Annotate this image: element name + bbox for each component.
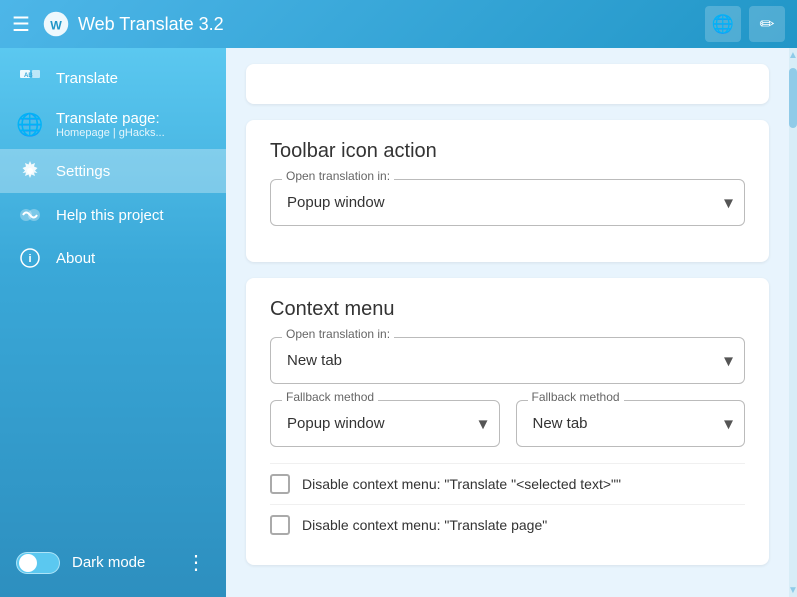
dark-mode-toggle[interactable]: [16, 552, 60, 574]
fallback-right-field: Fallback method New tab Popup window Cur…: [516, 400, 746, 447]
content-area[interactable]: Toolbar icon action Open translation in:…: [226, 48, 789, 597]
about-icon: i: [16, 247, 44, 269]
checkbox-2-label: Disable context menu: "Translate page": [302, 517, 547, 533]
checkbox-row-1: Disable context menu: "Translate "<selec…: [270, 463, 745, 504]
fallback-left-wrapper: Popup window New tab Current tab ▾: [270, 400, 500, 447]
sidebar-item-settings[interactable]: Settings: [0, 149, 226, 193]
globe-button[interactable]: 🌐: [705, 6, 741, 42]
translate-page-label: Translate page: Homepage | gHacks...: [56, 110, 165, 139]
scrollbar-track: ▲ ▼: [789, 48, 797, 597]
toolbar-open-translation-label: Open translation in:: [282, 169, 394, 183]
scrollbar-thumb[interactable]: [789, 68, 797, 128]
more-options-button[interactable]: ⋮: [182, 546, 210, 579]
translate-label: Translate: [56, 70, 118, 87]
toolbar-section-title: Toolbar icon action: [270, 140, 745, 163]
fallback-right-wrapper: New tab Popup window Current tab ▾: [516, 400, 746, 447]
context-open-translation-select[interactable]: New tab Popup window Current tab: [270, 337, 745, 384]
sidebar-item-translate[interactable]: AB Translate: [0, 56, 226, 100]
svg-text:i: i: [28, 253, 31, 265]
toolbar-section-card: Toolbar icon action Open translation in:…: [246, 120, 769, 262]
menu-icon[interactable]: ☰: [12, 12, 30, 37]
sidebar: AB Translate 🌐 Translate page: Homepage …: [0, 48, 226, 597]
edit-button[interactable]: ✏: [749, 6, 785, 42]
settings-label: Settings: [56, 163, 110, 180]
sidebar-item-about[interactable]: i About: [0, 237, 226, 279]
sidebar-bottom: Dark mode ⋮: [0, 536, 226, 589]
toolbar-open-translation-select[interactable]: Popup window New tab Current tab: [270, 179, 745, 226]
checkbox-1-label: Disable context menu: "Translate "<selec…: [302, 476, 621, 492]
help-icon: [16, 203, 44, 227]
app-title: Web Translate 3.2: [78, 14, 705, 35]
header: ☰ W Web Translate 3.2 🌐 ✏: [0, 0, 797, 48]
fallback-right-select[interactable]: New tab Popup window Current tab: [516, 400, 746, 447]
fallback-left-label: Fallback method: [282, 390, 378, 404]
svg-text:AB: AB: [24, 73, 33, 79]
svg-text:W: W: [50, 18, 62, 32]
checkbox-row-2: Disable context menu: "Translate page": [270, 504, 745, 545]
toolbar-select-wrapper: Popup window New tab Current tab ▾: [270, 179, 745, 226]
settings-icon: [16, 159, 44, 183]
fallback-left-field: Fallback method Popup window New tab Cur…: [270, 400, 500, 447]
fallback-right-label: Fallback method: [528, 390, 624, 404]
translate-icon: AB: [16, 66, 44, 90]
context-select-wrapper: New tab Popup window Current tab ▾: [270, 337, 745, 384]
context-menu-section-title: Context menu: [270, 298, 745, 321]
translate-page-icon: 🌐: [16, 112, 44, 138]
toolbar-open-translation-field: Open translation in: Popup window New ta…: [270, 179, 745, 226]
context-open-translation-field: Open translation in: New tab Popup windo…: [270, 337, 745, 384]
sidebar-item-translate-page[interactable]: 🌐 Translate page: Homepage | gHacks...: [0, 100, 226, 149]
sidebar-item-help[interactable]: Help this project: [0, 193, 226, 237]
scrollbar-arrow-up[interactable]: ▲: [789, 48, 797, 62]
checkbox-1[interactable]: [270, 474, 290, 494]
about-label: About: [56, 250, 95, 267]
header-actions: 🌐 ✏: [705, 6, 785, 42]
top-partial-card: [246, 64, 769, 104]
checkbox-2[interactable]: [270, 515, 290, 535]
toggle-thumb: [19, 554, 37, 572]
context-open-translation-label: Open translation in:: [282, 327, 394, 341]
main-layout: AB Translate 🌐 Translate page: Homepage …: [0, 48, 797, 597]
scrollbar-arrow-down[interactable]: ▼: [789, 583, 797, 597]
dark-mode-label: Dark mode: [72, 554, 170, 571]
help-label: Help this project: [56, 207, 164, 224]
fallback-left-select[interactable]: Popup window New tab Current tab: [270, 400, 500, 447]
app-logo: W: [42, 10, 70, 38]
fallback-methods-row: Fallback method Popup window New tab Cur…: [270, 400, 745, 447]
context-menu-section-card: Context menu Open translation in: New ta…: [246, 278, 769, 565]
